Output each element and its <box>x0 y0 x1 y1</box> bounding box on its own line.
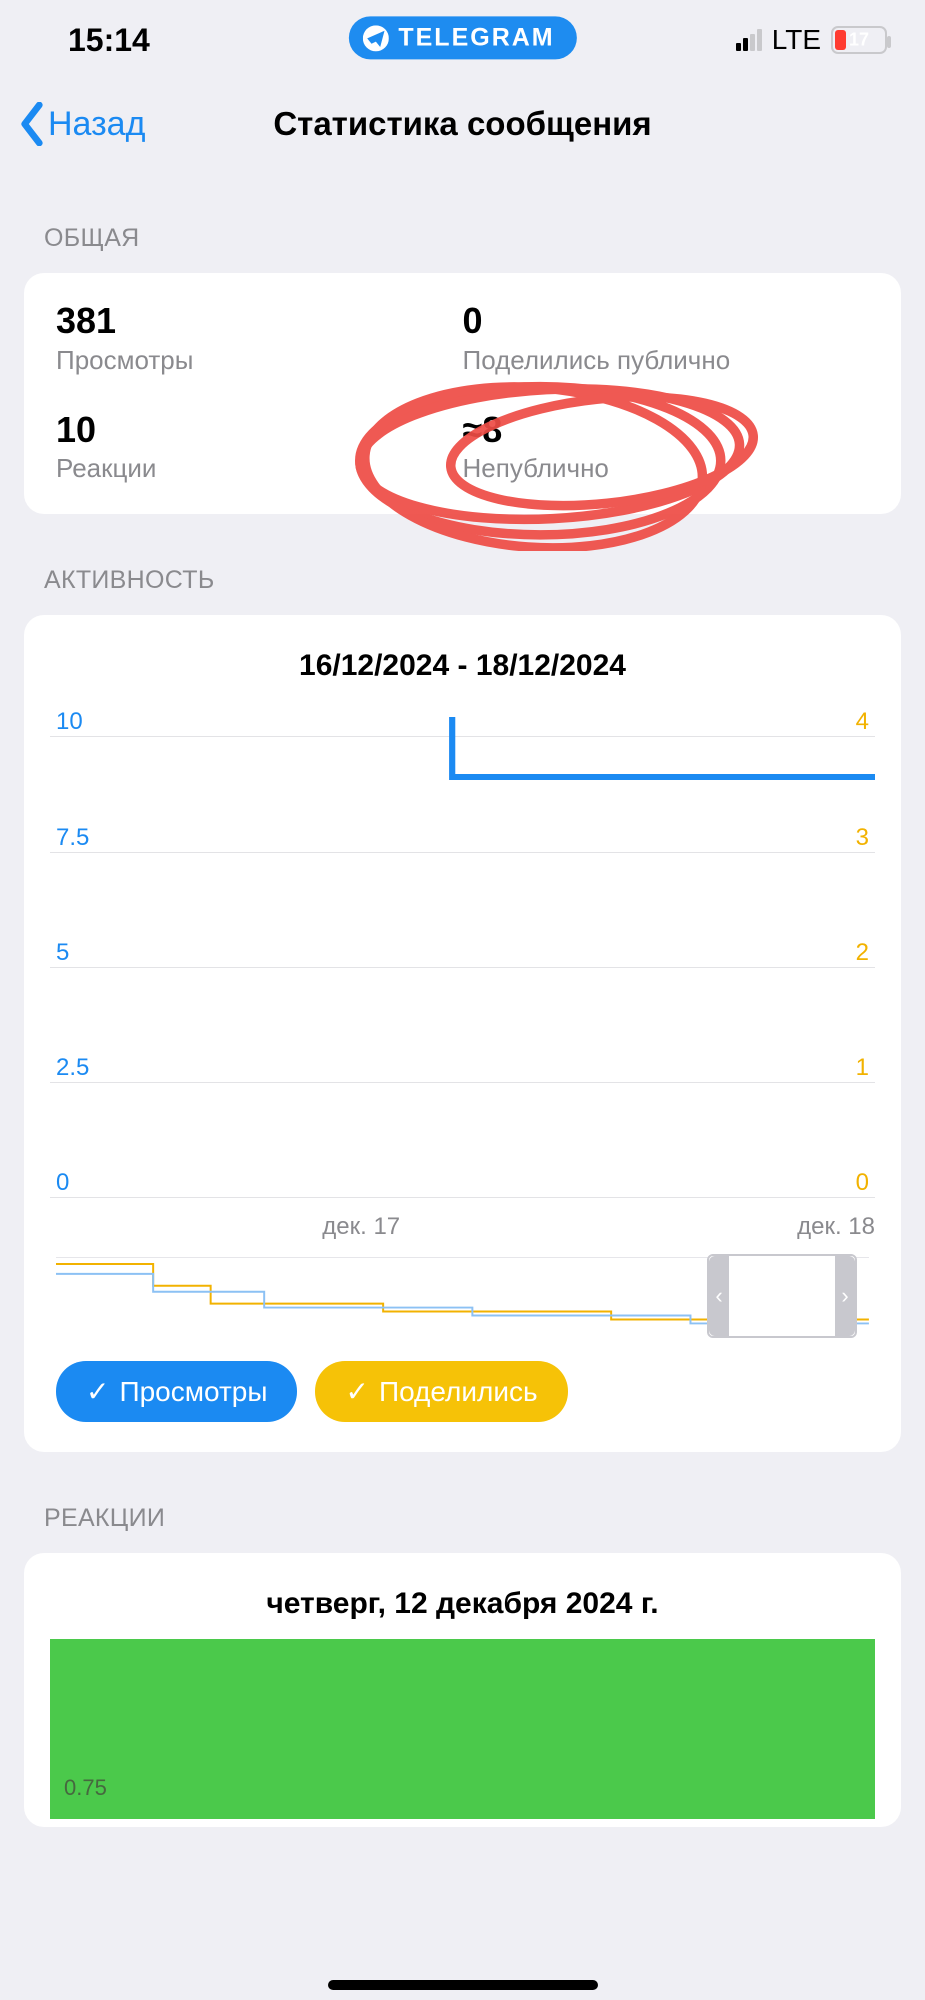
stat-views-value: 381 <box>56 301 463 341</box>
x-tick: дек. 17 <box>322 1213 400 1241</box>
chart-range-window[interactable]: ‹ › <box>707 1254 857 1338</box>
telegram-icon <box>362 25 388 51</box>
reactions-y-tick: 0.75 <box>64 1775 107 1801</box>
activity-card: 16/12/2024 - 18/12/2024 10 7.5 5 2.5 0 4… <box>24 615 901 1452</box>
network-label: LTE <box>772 24 821 56</box>
check-icon: ✓ <box>345 1375 368 1408</box>
stat-reactions: 10 Реакции <box>56 410 463 485</box>
activity-chart-title: 16/12/2024 - 18/12/2024 <box>56 649 869 683</box>
chevron-left-icon <box>18 102 46 146</box>
overview-card: 381 Просмотры 0 Поделились публично 10 Р… <box>24 273 901 514</box>
back-label: Назад <box>48 105 145 144</box>
chart-overview-track[interactable]: ‹ › <box>56 1257 869 1333</box>
status-bar: 15:14 TELEGRAM LTE 17 <box>0 0 925 80</box>
range-handle-right[interactable]: › <box>835 1256 855 1336</box>
battery-icon: 17 <box>831 26 887 54</box>
page-title: Статистика сообщения <box>273 105 651 143</box>
reactions-chart-title: четверг, 12 декабря 2024 г. <box>56 1587 869 1621</box>
stat-views: 381 Просмотры <box>56 301 463 376</box>
x-tick: дек. 18 <box>797 1213 875 1241</box>
reactions-chart[interactable]: 0.75 <box>50 1639 875 1819</box>
navbar: Назад Статистика сообщения <box>0 80 925 172</box>
legend-views-label: Просмотры <box>119 1376 267 1408</box>
section-label-reactions: РЕАКЦИИ <box>0 1452 925 1545</box>
battery-pct: 17 <box>849 30 869 51</box>
check-icon: ✓ <box>86 1375 109 1408</box>
back-button[interactable]: Назад <box>18 102 145 146</box>
chart-legend: ✓ Просмотры ✓ Поделились <box>56 1361 869 1422</box>
stat-private-shares: ≈8 Непублично <box>463 410 870 485</box>
signal-icon <box>736 29 762 51</box>
stat-public-shares: 0 Поделились публично <box>463 301 870 376</box>
home-indicator[interactable] <box>328 1980 598 1990</box>
reactions-card: четверг, 12 декабря 2024 г. 0.75 <box>24 1553 901 1827</box>
section-label-activity: АКТИВНОСТЬ <box>0 514 925 607</box>
app-pill[interactable]: TELEGRAM <box>348 16 576 59</box>
activity-line-svg <box>50 717 875 1197</box>
stat-public-value: 0 <box>463 301 870 341</box>
stat-public-label: Поделились публично <box>463 345 870 376</box>
range-handle-left[interactable]: ‹ <box>709 1256 729 1336</box>
status-time: 15:14 <box>68 22 150 59</box>
stat-reactions-value: 10 <box>56 410 463 450</box>
legend-chip-views[interactable]: ✓ Просмотры <box>56 1361 297 1422</box>
app-pill-label: TELEGRAM <box>398 23 554 52</box>
stat-private-value: ≈8 <box>463 410 870 450</box>
activity-chart[interactable]: 10 7.5 5 2.5 0 4 3 2 1 0 дек. 17 дек. 18 <box>50 717 875 1197</box>
stat-private-label: Непублично <box>463 453 870 484</box>
stat-views-label: Просмотры <box>56 345 463 376</box>
section-label-overview: ОБЩАЯ <box>0 172 925 265</box>
stat-reactions-label: Реакции <box>56 453 463 484</box>
legend-shares-label: Поделились <box>379 1376 538 1408</box>
legend-chip-shares[interactable]: ✓ Поделились <box>315 1361 567 1422</box>
